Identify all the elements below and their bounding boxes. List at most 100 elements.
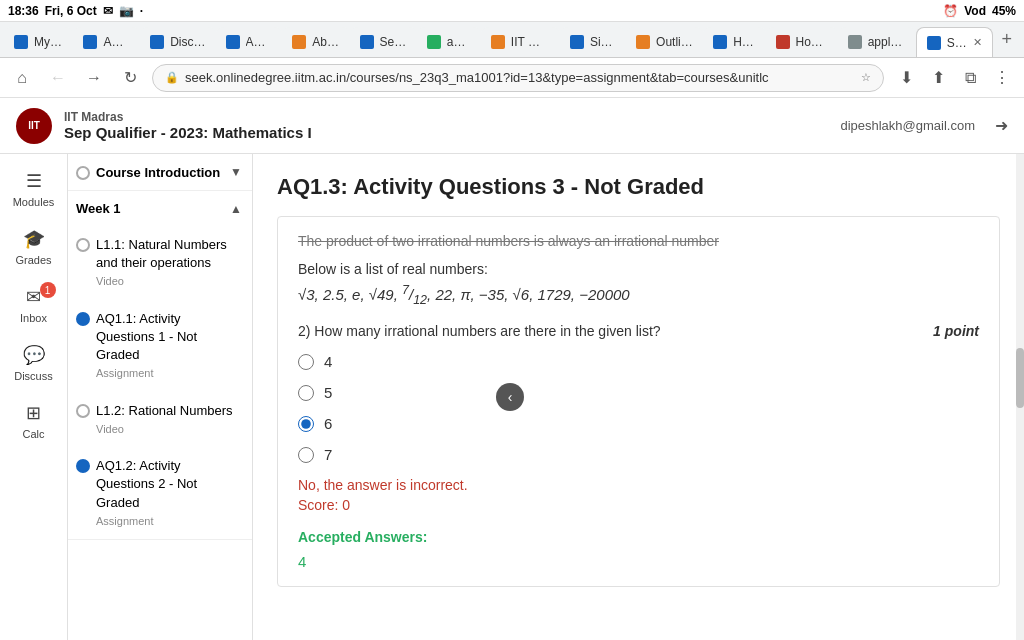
sidebar-item-l1-1[interactable]: L1.1: Natural Numbers and their operatio… bbox=[68, 226, 252, 300]
tab-3[interactable]: AQ1.3: bbox=[216, 27, 283, 57]
nav-badge-inbox: 1 bbox=[40, 282, 56, 298]
status-bar: 18:36 Fri, 6 Oct ✉ 📷 · ⏰ Vod 45% bbox=[0, 0, 1024, 22]
section-chevron-week1: ▲ bbox=[230, 202, 242, 216]
tab-favicon-4 bbox=[292, 35, 306, 49]
radio-input-4[interactable] bbox=[298, 354, 314, 370]
nav-label-discuss: Discuss bbox=[14, 370, 53, 382]
radio-option-6[interactable]: 6 bbox=[298, 415, 979, 432]
tab-favicon-0 bbox=[14, 35, 28, 49]
content-area: AQ1.3: Activity Questions 3 - Not Graded… bbox=[253, 154, 1024, 640]
accepted-value: 4 bbox=[298, 553, 979, 570]
radio-label-4: 4 bbox=[324, 353, 332, 370]
item-type-l1-2: Video bbox=[96, 422, 242, 437]
course-title: Sep Qualifier - 2023: Mathematics I bbox=[64, 124, 828, 141]
tab-9[interactable]: Outline… bbox=[626, 27, 703, 57]
download-button[interactable]: ⬇ bbox=[892, 64, 920, 92]
tab-6[interactable]: askfilo bbox=[417, 27, 481, 57]
tab-13[interactable]: Sep…✕ bbox=[916, 27, 994, 57]
nav-item-modules[interactable]: ☰Modules bbox=[4, 162, 64, 216]
reload-button[interactable]: ↻ bbox=[116, 64, 144, 92]
time: 18:36 bbox=[8, 4, 39, 18]
accepted-label: Accepted Answers: bbox=[298, 529, 979, 545]
item-label-aq1-1: AQ1.1: Activity Questions 1 - Not Graded bbox=[96, 310, 242, 365]
secure-icon: 🔒 bbox=[165, 71, 179, 84]
tab-close-13[interactable]: ✕ bbox=[973, 36, 982, 49]
logout-button[interactable]: ➜ bbox=[995, 116, 1008, 135]
item-text-aq1-1: AQ1.1: Activity Questions 1 - Not Graded… bbox=[96, 310, 242, 382]
radio-option-5[interactable]: 5 bbox=[298, 384, 979, 401]
tab-favicon-6 bbox=[427, 35, 441, 49]
url-text: seek.onlinedegree.iitm.ac.in/courses/ns_… bbox=[185, 70, 855, 85]
radio-input-7[interactable] bbox=[298, 447, 314, 463]
sidebar-section-course-intro: Course Introduction▼ bbox=[68, 154, 252, 191]
nav-label-grades: Grades bbox=[15, 254, 51, 266]
tab-label-8: Sign in bbox=[590, 35, 616, 49]
nav-icon-calc: ⊞ bbox=[26, 402, 41, 424]
forward-button[interactable]: → bbox=[80, 64, 108, 92]
item-text-aq1-2: AQ1.2: Activity Questions 2 - Not Graded… bbox=[96, 457, 242, 529]
nav-item-grades[interactable]: 🎓Grades bbox=[4, 220, 64, 274]
nav-icon-inbox: ✉ bbox=[26, 286, 41, 308]
bookmark-icon: ☆ bbox=[861, 71, 871, 84]
radio-option-4[interactable]: 4 bbox=[298, 353, 979, 370]
url-bar[interactable]: 🔒 seek.onlinedegree.iitm.ac.in/courses/n… bbox=[152, 64, 884, 92]
share-button[interactable]: ⬆ bbox=[924, 64, 952, 92]
site-title-group: IIT Madras Sep Qualifier - 2023: Mathema… bbox=[64, 110, 828, 141]
item-type-aq1-1: Assignment bbox=[96, 366, 242, 381]
new-tab-button[interactable]: + bbox=[993, 29, 1020, 50]
site-header: IIT IIT Madras Sep Qualifier - 2023: Mat… bbox=[0, 98, 1024, 154]
tab-1[interactable]: AQ1.3: bbox=[73, 27, 140, 57]
tab-2[interactable]: Discus… bbox=[140, 27, 215, 57]
tab-7[interactable]: IIT Mad… bbox=[481, 27, 560, 57]
tab-label-3: AQ1.3: bbox=[246, 35, 273, 49]
nav-item-inbox[interactable]: 1✉ Inbox bbox=[4, 278, 64, 332]
institution-name: IIT Madras bbox=[64, 110, 828, 124]
tab-label-1: AQ1.3: bbox=[103, 35, 130, 49]
item-label-aq1-2: AQ1.2: Activity Questions 2 - Not Graded bbox=[96, 457, 242, 512]
tab-5[interactable]: Search bbox=[350, 27, 417, 57]
sidebar-item-aq1-2[interactable]: AQ1.2: Activity Questions 2 - Not Graded… bbox=[68, 447, 252, 539]
radio-label-6: 6 bbox=[324, 415, 332, 432]
question-row: 2) How many irrational numbers are there… bbox=[298, 323, 979, 339]
tab-11[interactable]: Home… bbox=[766, 27, 838, 57]
scrollbar-thumb bbox=[1016, 348, 1024, 408]
sidebar-item-l1-2[interactable]: L1.2: Rational NumbersVideo bbox=[68, 392, 252, 448]
section-circle-course-intro bbox=[76, 166, 90, 180]
tab-favicon-1 bbox=[83, 35, 97, 49]
tab-4[interactable]: About t bbox=[282, 27, 349, 57]
section-header-week1[interactable]: Week 1 ▲ bbox=[68, 191, 252, 226]
sidebar-collapse-button[interactable]: ‹ bbox=[496, 383, 524, 411]
nav-item-calc[interactable]: ⊞ Calc bbox=[4, 394, 64, 448]
tab-bar: My Das AQ1.3: Discus… AQ1.3: About tSearch as… bbox=[0, 22, 1024, 58]
question-number: 2) bbox=[298, 323, 310, 339]
radio-options: 4 5 6 7 bbox=[298, 353, 979, 463]
alarm-icon: ⏰ bbox=[943, 4, 958, 18]
nav-icon-discuss: 💬 bbox=[23, 344, 45, 366]
tab-0[interactable]: My Das bbox=[4, 27, 73, 57]
tab-8[interactable]: Sign in bbox=[560, 27, 626, 57]
user-email: dipeshlakh@gmail.com bbox=[840, 118, 975, 133]
tab-favicon-11 bbox=[776, 35, 790, 49]
nav-label-inbox: Inbox bbox=[20, 312, 47, 324]
battery: 45% bbox=[992, 4, 1016, 18]
list-label: Below is a list of real numbers: bbox=[298, 261, 979, 277]
nav-item-discuss[interactable]: 💬 Discuss bbox=[4, 336, 64, 390]
tab-12[interactable]: apple b… bbox=[838, 27, 916, 57]
tab-label-9: Outline… bbox=[656, 35, 693, 49]
section-label-week1: Week 1 bbox=[76, 201, 224, 216]
radio-option-7[interactable]: 7 bbox=[298, 446, 979, 463]
nav-label-calc: Calc bbox=[22, 428, 44, 440]
extensions-button[interactable]: ⧉ bbox=[956, 64, 984, 92]
tab-label-7: IIT Mad… bbox=[511, 35, 550, 49]
radio-input-6[interactable] bbox=[298, 416, 314, 432]
back-button[interactable]: ← bbox=[44, 64, 72, 92]
tab-label-6: askfilo bbox=[447, 35, 471, 49]
section-header-course-intro[interactable]: Course Introduction▼ bbox=[68, 154, 252, 190]
menu-button[interactable]: ⋮ bbox=[988, 64, 1016, 92]
section-chevron-course-intro: ▼ bbox=[230, 165, 242, 179]
radio-input-5[interactable] bbox=[298, 385, 314, 401]
course-sidebar: Course Introduction▼ Week 1 ▲ L1.1: Natural… bbox=[68, 154, 253, 640]
tab-10[interactable]: Home bbox=[703, 27, 765, 57]
home-button[interactable]: ⌂ bbox=[8, 64, 36, 92]
sidebar-item-aq1-1[interactable]: AQ1.1: Activity Questions 1 - Not Graded… bbox=[68, 300, 252, 392]
